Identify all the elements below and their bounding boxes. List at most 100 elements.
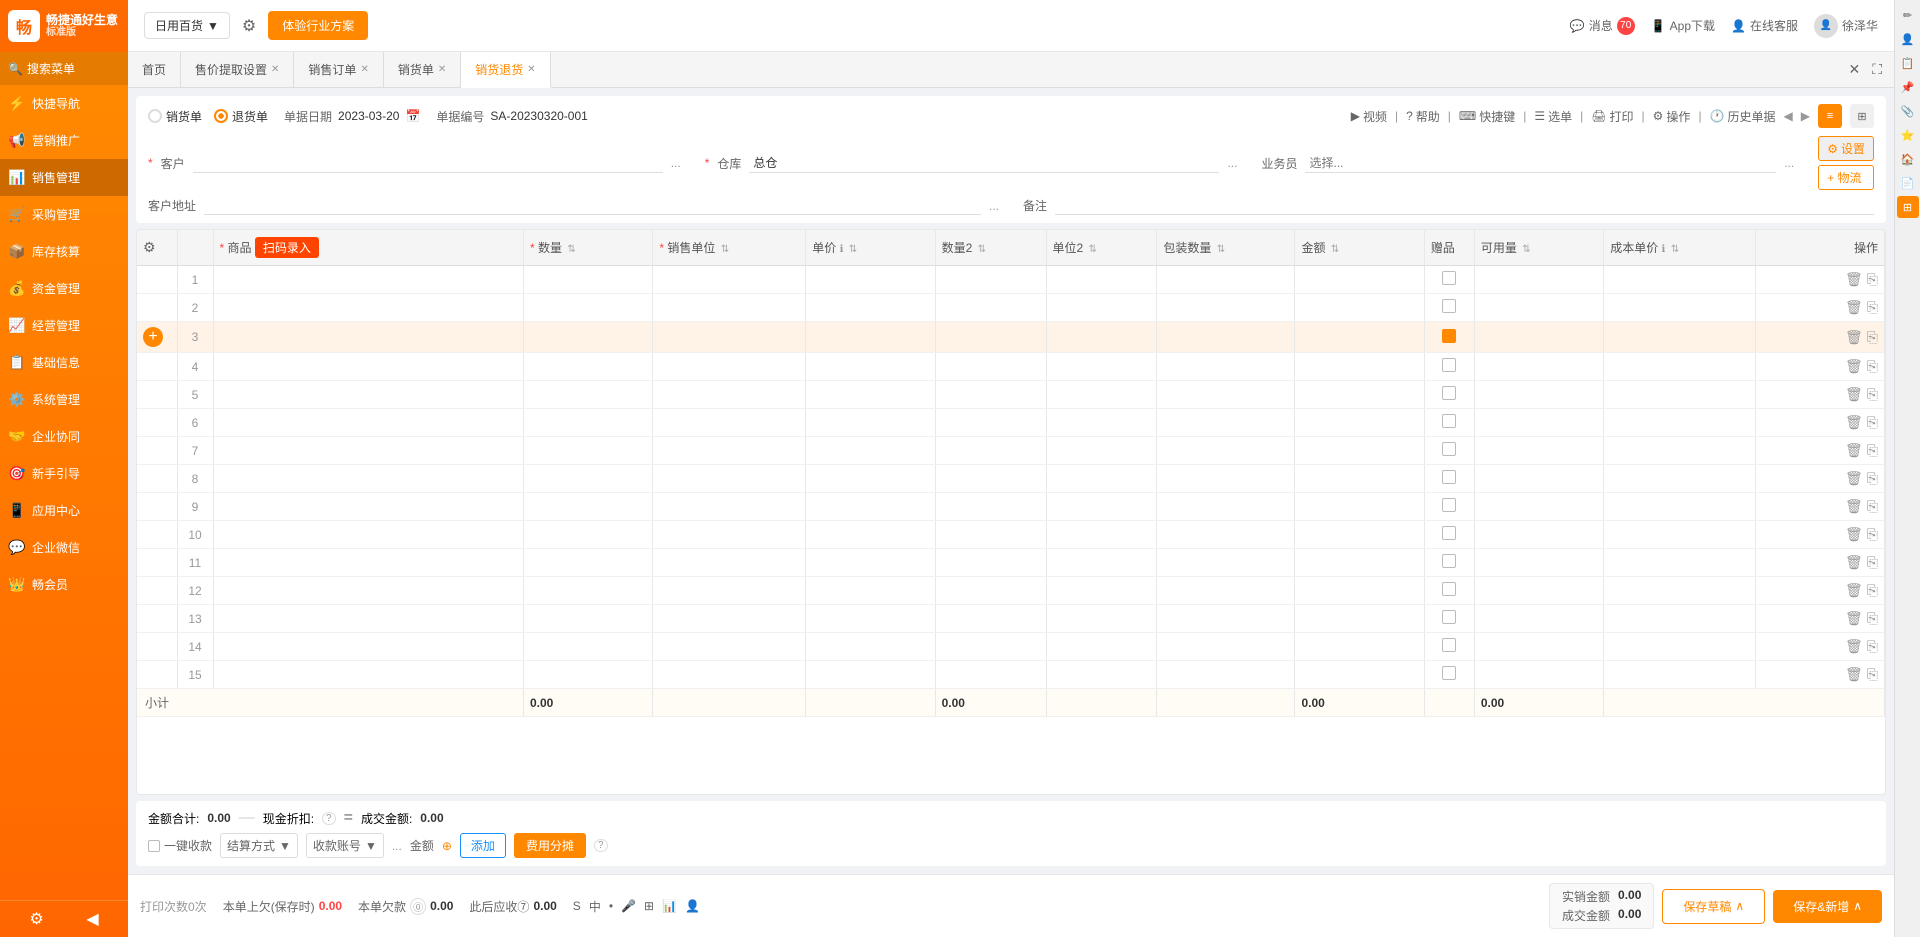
cost-cell[interactable] — [1604, 605, 1755, 633]
delete-row-icon[interactable]: 🗑 — [1845, 329, 1863, 346]
qty2-sort-icon[interactable]: ⇅ — [978, 244, 986, 255]
delete-row-icon[interactable]: 🗑 — [1845, 610, 1863, 627]
amount-cell[interactable] — [1295, 521, 1424, 549]
delete-row-icon[interactable]: 🗑 — [1845, 414, 1863, 431]
tool-icon-9[interactable]: ⊞ — [1897, 196, 1919, 218]
amount-cell[interactable] — [1295, 661, 1424, 689]
calendar-icon[interactable]: 📅 — [405, 109, 420, 123]
amount-cell[interactable] — [1295, 381, 1424, 409]
avail-cell[interactable] — [1474, 577, 1603, 605]
price-cell[interactable] — [806, 633, 935, 661]
price-cell[interactable] — [806, 322, 935, 353]
price-cell[interactable] — [806, 266, 935, 294]
calc-method-select[interactable]: 结算方式 ▼ — [220, 833, 298, 858]
cost-cell[interactable] — [1604, 633, 1755, 661]
gift-checkbox[interactable] — [1442, 442, 1456, 456]
qty2-cell[interactable] — [935, 661, 1046, 689]
unit-cell[interactable] — [653, 381, 806, 409]
unit2-cell[interactable] — [1046, 493, 1157, 521]
unit2-cell[interactable] — [1046, 353, 1157, 381]
amount-cell[interactable] — [1295, 577, 1424, 605]
unit2-cell[interactable] — [1046, 661, 1157, 689]
avail-cell[interactable] — [1474, 266, 1603, 294]
qty2-cell[interactable] — [935, 353, 1046, 381]
avail-cell[interactable] — [1474, 493, 1603, 521]
price-cell[interactable] — [806, 577, 935, 605]
delete-row-icon[interactable]: 🗑 — [1845, 666, 1863, 683]
history-link[interactable]: 🕐 历史单据 — [1710, 108, 1776, 125]
avail-cell[interactable] — [1474, 549, 1603, 577]
address-picker-icon[interactable]: ... — [989, 199, 999, 213]
price-cell[interactable] — [806, 605, 935, 633]
grid-view-icon[interactable]: ⊞ — [1850, 104, 1874, 128]
gift-checkbox[interactable] — [1442, 271, 1456, 285]
gift-cell[interactable] — [1424, 465, 1474, 493]
cost-cell[interactable] — [1604, 549, 1755, 577]
sidebar-item-sales[interactable]: 📊 销售管理 — [0, 159, 128, 196]
copy-row-icon[interactable]: ⎘ — [1867, 442, 1878, 459]
sidebar-item-system[interactable]: ⚙️ 系统管理 — [0, 381, 128, 418]
amount-cell[interactable] — [1295, 353, 1424, 381]
cost-cell[interactable] — [1604, 521, 1755, 549]
gift-cell[interactable] — [1424, 353, 1474, 381]
copy-row-icon[interactable]: ⎘ — [1867, 498, 1878, 515]
pack-cell[interactable] — [1157, 521, 1295, 549]
toolbar-icon-5[interactable]: ⊞ — [644, 899, 654, 913]
qty2-cell[interactable] — [935, 409, 1046, 437]
tab-sales-bill-close-icon[interactable]: ✕ — [438, 64, 446, 75]
gift-checkbox[interactable] — [1442, 358, 1456, 372]
avail-cell[interactable] — [1474, 353, 1603, 381]
sidebar-item-basic[interactable]: 📋 基础信息 — [0, 344, 128, 381]
sidebar-item-collab[interactable]: 🤝 企业协同 — [0, 418, 128, 455]
qty-cell[interactable] — [523, 437, 652, 465]
toolbar-icon-6[interactable]: 📊 — [662, 899, 677, 913]
add-logistics-button[interactable]: + 物流 — [1818, 165, 1874, 190]
copy-row-icon[interactable]: ⎘ — [1867, 554, 1878, 571]
qty-cell[interactable] — [523, 493, 652, 521]
qty2-cell[interactable] — [935, 549, 1046, 577]
gift-checkbox[interactable] — [1442, 299, 1456, 313]
copy-row-icon[interactable]: ⎘ — [1867, 386, 1878, 403]
avail-sort-icon[interactable]: ⇅ — [1522, 244, 1530, 255]
payment-account-select[interactable]: 收款账号 ▼ — [306, 833, 384, 858]
sidebar-item-operations[interactable]: 📈 经营管理 — [0, 307, 128, 344]
avail-cell[interactable] — [1474, 521, 1603, 549]
price-sort-icon[interactable]: ⇅ — [849, 244, 857, 255]
price-cell[interactable] — [806, 381, 935, 409]
sidebar-item-wechat[interactable]: 💬 企业微信 — [0, 529, 128, 566]
copy-row-icon[interactable]: ⎘ — [1867, 414, 1878, 431]
qty-cell[interactable] — [523, 605, 652, 633]
qty-cell[interactable] — [523, 322, 652, 353]
pack-sort-icon[interactable]: ⇅ — [1217, 244, 1225, 255]
price-cell[interactable] — [806, 521, 935, 549]
tab-sales-order-close-icon[interactable]: ✕ — [360, 64, 368, 75]
delete-row-icon[interactable]: 🗑 — [1845, 299, 1863, 316]
qty-cell[interactable] — [523, 633, 652, 661]
amount-cell[interactable] — [1295, 549, 1424, 577]
pack-cell[interactable] — [1157, 465, 1295, 493]
qty-cell[interactable] — [523, 381, 652, 409]
pack-cell[interactable] — [1157, 322, 1295, 353]
unit2-cell[interactable] — [1046, 266, 1157, 294]
pack-cell[interactable] — [1157, 661, 1295, 689]
gift-cell[interactable] — [1424, 437, 1474, 465]
gear-icon[interactable]: ⚙ — [143, 239, 156, 255]
delete-row-icon[interactable]: 🗑 — [1845, 498, 1863, 515]
sidebar-item-member[interactable]: 👑 畅会员 — [0, 566, 128, 603]
experience-btn[interactable]: 体验行业方案 — [268, 11, 368, 40]
tool-icon-1[interactable]: ✏ — [1897, 4, 1919, 26]
unit2-cell[interactable] — [1046, 549, 1157, 577]
avail-cell[interactable] — [1474, 605, 1603, 633]
sidebar-item-shortcut[interactable]: ⚡ 快捷导航 — [0, 85, 128, 122]
cost-cell[interactable] — [1604, 381, 1755, 409]
tool-icon-6[interactable]: ⭐ — [1897, 124, 1919, 146]
unit2-cell[interactable] — [1046, 465, 1157, 493]
gift-cell[interactable] — [1424, 322, 1474, 353]
gift-checkbox[interactable] — [1442, 666, 1456, 680]
toolbar-icon-3[interactable]: • — [609, 899, 613, 913]
pack-cell[interactable] — [1157, 633, 1295, 661]
gift-cell[interactable] — [1424, 381, 1474, 409]
delete-row-icon[interactable]: 🗑 — [1845, 470, 1863, 487]
toolbar-icon-1[interactable]: S — [573, 899, 581, 913]
unit-cell[interactable] — [653, 549, 806, 577]
